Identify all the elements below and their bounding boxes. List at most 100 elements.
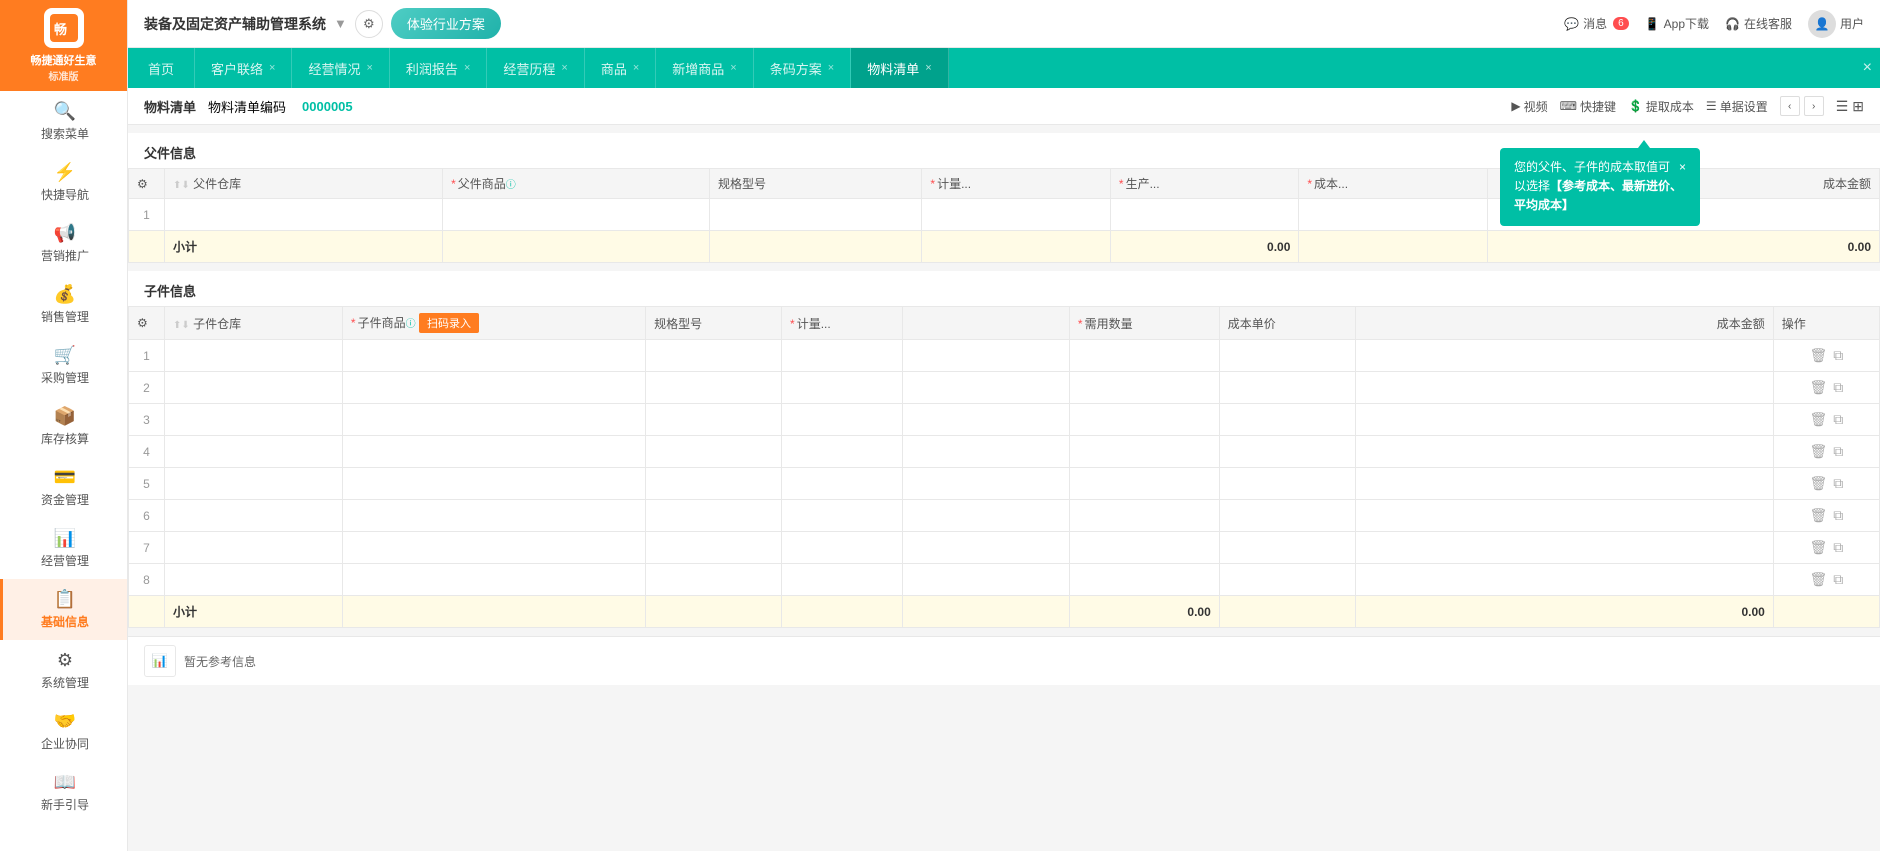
child-row-8-warehouse[interactable]	[165, 564, 343, 596]
child-row-3-unit[interactable]	[782, 404, 903, 436]
child-row-6-unit-cost[interactable]	[1219, 500, 1355, 532]
child-row-1-product[interactable]	[342, 340, 645, 372]
tab-profit-close[interactable]: ×	[464, 62, 470, 74]
tab-profit[interactable]: 利润报告 ×	[390, 48, 487, 88]
child-row-6-spec[interactable]	[646, 500, 782, 532]
scan-button[interactable]: 扫码录入	[419, 313, 479, 333]
delete-icon-7[interactable]: 🗑	[1810, 539, 1828, 556]
child-row-4-warehouse[interactable]	[165, 436, 343, 468]
sidebar-item-enterprise[interactable]: 🤝 企业协同	[0, 701, 127, 762]
online-service-button[interactable]: 🎧 在线客服	[1725, 15, 1792, 32]
sidebar-item-quick[interactable]: ⚡ 快捷导航	[0, 152, 127, 213]
child-row-8-product[interactable]	[342, 564, 645, 596]
tab-history[interactable]: 经营历程 ×	[487, 48, 584, 88]
copy-icon-5[interactable]: ⧉	[1833, 475, 1843, 492]
copy-icon-6[interactable]: ⧉	[1833, 507, 1843, 524]
child-row-2-warehouse[interactable]	[165, 372, 343, 404]
tab-operations-close[interactable]: ×	[366, 62, 372, 74]
list-view-btn[interactable]: ☰	[1836, 98, 1849, 115]
child-row-8-needed-qty[interactable]	[1069, 564, 1219, 596]
child-row-4-needed-qty[interactable]	[1069, 436, 1219, 468]
child-row-4-unit-cost[interactable]	[1219, 436, 1355, 468]
child-row-7-product[interactable]	[342, 532, 645, 564]
child-th-settings[interactable]: ⚙	[129, 307, 165, 340]
child-row-3-product[interactable]	[342, 404, 645, 436]
sidebar-item-basic[interactable]: 📋 基础信息	[0, 579, 127, 640]
child-row-4-unit[interactable]	[782, 436, 903, 468]
copy-icon-7[interactable]: ⧉	[1833, 539, 1843, 556]
child-row-6-unit[interactable]	[782, 500, 903, 532]
tab-new-product-close[interactable]: ×	[730, 62, 736, 74]
child-row-2-unit[interactable]	[782, 372, 903, 404]
copy-icon-2[interactable]: ⧉	[1833, 379, 1843, 396]
tab-bom[interactable]: 物料清单 ×	[851, 48, 948, 88]
tab-product-close[interactable]: ×	[633, 62, 639, 74]
child-row-6-product[interactable]	[342, 500, 645, 532]
child-row-4-spec[interactable]	[646, 436, 782, 468]
sidebar-item-finance[interactable]: 💳 资金管理	[0, 457, 127, 518]
child-row-3-spec[interactable]	[646, 404, 782, 436]
delete-icon-6[interactable]: 🗑	[1810, 507, 1828, 524]
child-row-3-needed-qty[interactable]	[1069, 404, 1219, 436]
copy-icon-4[interactable]: ⧉	[1833, 443, 1843, 460]
dropdown-icon[interactable]: ▼	[334, 16, 347, 31]
message-button[interactable]: 💬 消息 6	[1564, 15, 1629, 32]
child-row-8-unit-cost[interactable]	[1219, 564, 1355, 596]
video-action[interactable]: ▶ 视频	[1511, 98, 1547, 115]
child-row-7-warehouse[interactable]	[165, 532, 343, 564]
tab-home[interactable]: 首页	[128, 48, 195, 88]
child-row-6-warehouse[interactable]	[165, 500, 343, 532]
sidebar-item-search[interactable]: 🔍 搜索菜单	[0, 91, 127, 152]
sidebar-item-inventory[interactable]: 📦 库存核算	[0, 396, 127, 457]
sidebar-item-operations[interactable]: 📊 经营管理	[0, 518, 127, 579]
parent-row-1-unit[interactable]	[922, 199, 1110, 231]
child-row-5-needed-qty[interactable]	[1069, 468, 1219, 500]
child-row-5-product[interactable]	[342, 468, 645, 500]
settings-action[interactable]: ☰ 单据设置	[1706, 98, 1768, 115]
delete-icon-2[interactable]: 🗑	[1810, 379, 1828, 396]
copy-icon-3[interactable]: ⧉	[1833, 411, 1843, 428]
user-button[interactable]: 👤 用户	[1808, 10, 1864, 38]
child-row-7-spec[interactable]	[646, 532, 782, 564]
parent-row-1-product[interactable]	[443, 199, 710, 231]
child-row-3-unit-cost[interactable]	[1219, 404, 1355, 436]
parent-th-settings[interactable]: ⚙	[129, 169, 165, 199]
parent-row-1-cost[interactable]	[1299, 199, 1487, 231]
settings-button[interactable]: ⚙	[355, 10, 383, 38]
child-row-5-unit[interactable]	[782, 468, 903, 500]
parent-row-1-spec[interactable]	[709, 199, 921, 231]
bottom-icon[interactable]: 📊	[144, 645, 176, 677]
tab-new-product[interactable]: 新增商品 ×	[656, 48, 753, 88]
copy-icon-1[interactable]: ⧉	[1833, 347, 1843, 364]
tab-customer-close[interactable]: ×	[269, 62, 275, 74]
child-row-7-unit-cost[interactable]	[1219, 532, 1355, 564]
sidebar-item-purchase[interactable]: 🛒 采购管理	[0, 335, 127, 396]
child-row-2-spec[interactable]	[646, 372, 782, 404]
child-row-4-product[interactable]	[342, 436, 645, 468]
shortcut-action[interactable]: ⌨ 快捷键	[1560, 98, 1616, 115]
delete-icon-3[interactable]: 🗑	[1810, 411, 1828, 428]
sidebar-item-guide[interactable]: 📖 新手引导	[0, 762, 127, 823]
trial-button[interactable]: 体验行业方案	[391, 8, 501, 39]
child-row-5-spec[interactable]	[646, 468, 782, 500]
child-row-8-unit[interactable]	[782, 564, 903, 596]
tab-customer[interactable]: 客户联络 ×	[195, 48, 292, 88]
child-row-3-warehouse[interactable]	[165, 404, 343, 436]
child-row-1-unit-cost[interactable]	[1219, 340, 1355, 372]
tab-barcode-close[interactable]: ×	[828, 62, 834, 74]
sidebar-item-sales[interactable]: 💰 销售管理	[0, 274, 127, 335]
arrow-prev[interactable]: ‹	[1780, 96, 1800, 116]
tab-product[interactable]: 商品 ×	[585, 48, 656, 88]
arrow-next[interactable]: ›	[1804, 96, 1824, 116]
sidebar-item-marketing[interactable]: 📢 营销推广	[0, 213, 127, 274]
tooltip-close-button[interactable]: ×	[1679, 158, 1686, 177]
child-row-1-unit[interactable]	[782, 340, 903, 372]
child-row-1-needed-qty[interactable]	[1069, 340, 1219, 372]
child-row-7-unit[interactable]	[782, 532, 903, 564]
child-row-2-needed-qty[interactable]	[1069, 372, 1219, 404]
child-row-6-needed-qty[interactable]	[1069, 500, 1219, 532]
delete-icon-8[interactable]: 🗑	[1810, 571, 1828, 588]
parent-row-1-warehouse[interactable]	[165, 199, 443, 231]
cost-action[interactable]: 💲 提取成本	[1628, 98, 1694, 115]
sidebar-item-system[interactable]: ⚙ 系统管理	[0, 640, 127, 701]
